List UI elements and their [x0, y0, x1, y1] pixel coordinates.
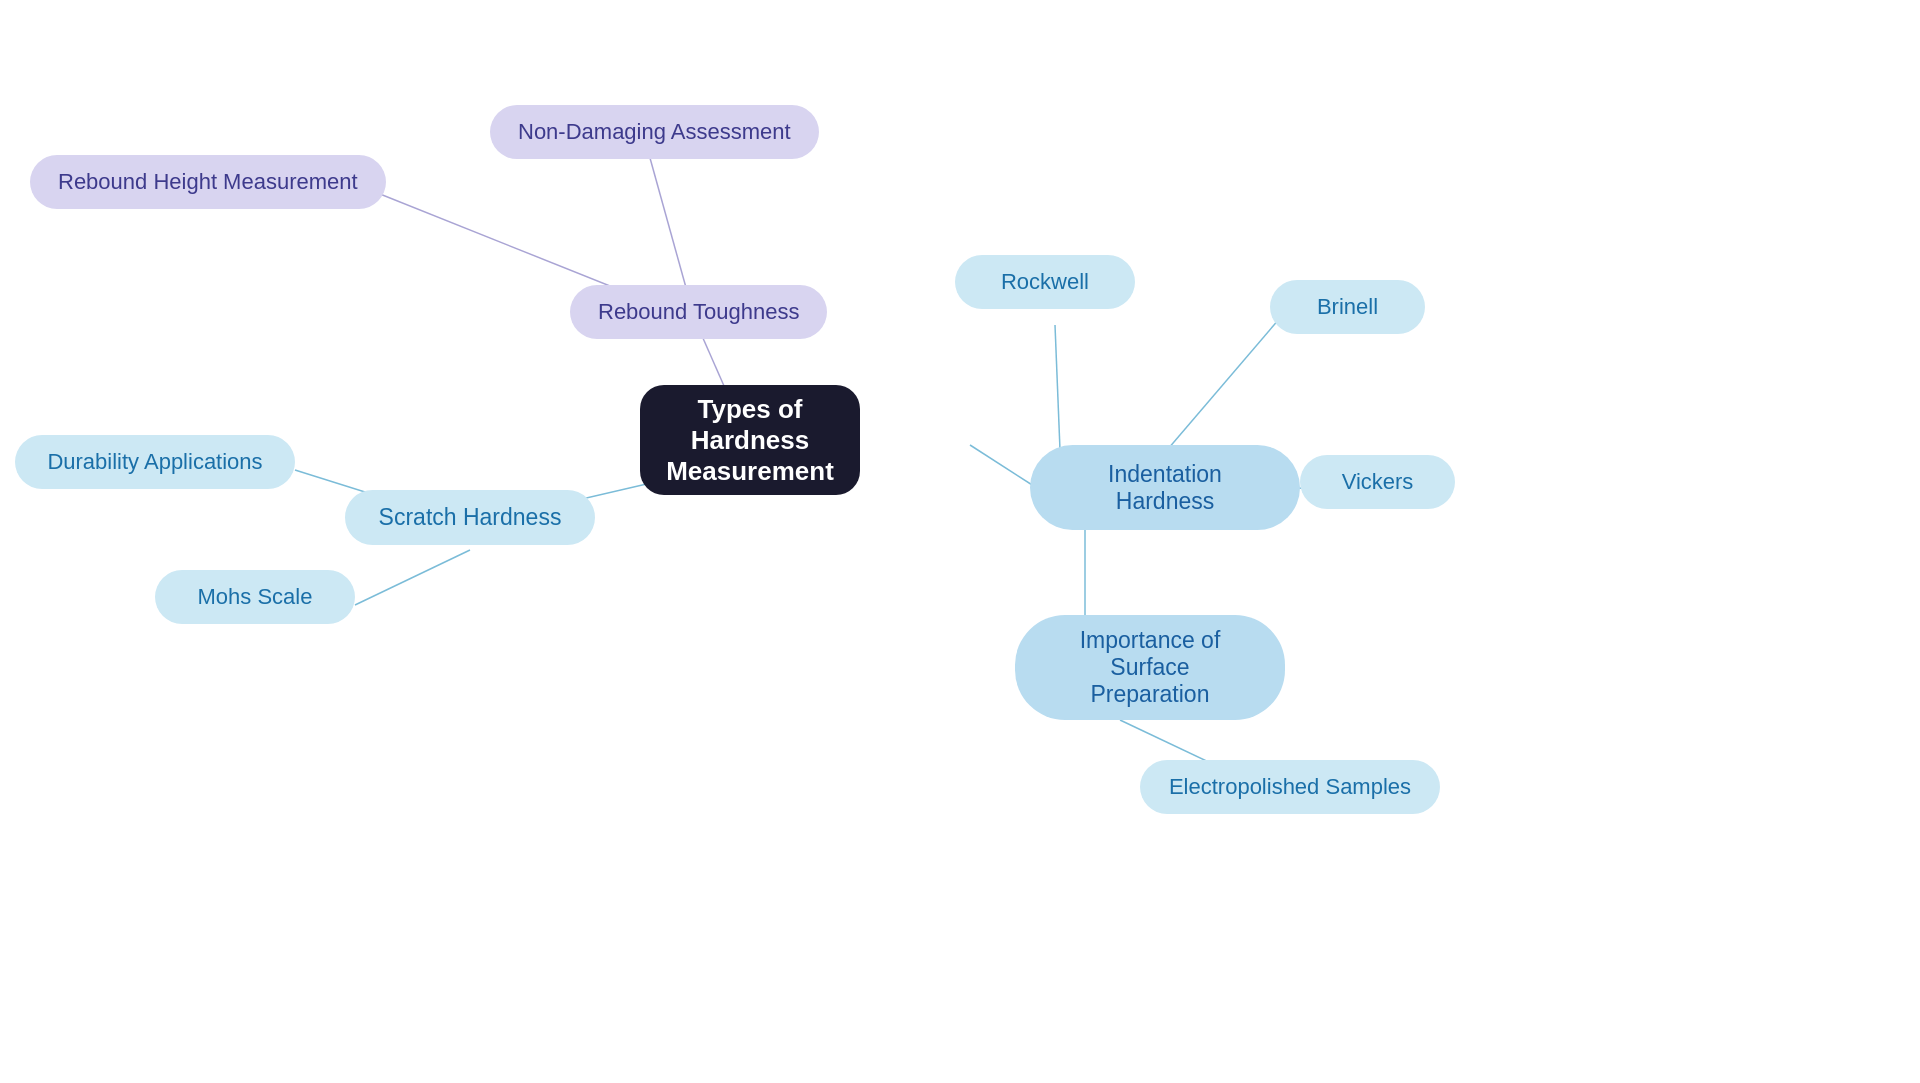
durability-applications-node[interactable]: Durability Applications — [15, 435, 295, 489]
center-node[interactable]: Types of HardnessMeasurement — [640, 385, 860, 495]
brinell-node[interactable]: Brinell — [1270, 280, 1425, 334]
rebound-height-measurement-node[interactable]: Rebound Height Measurement — [30, 155, 386, 209]
rebound-toughness-node[interactable]: Rebound Toughness — [570, 285, 827, 339]
indentation-hardness-node[interactable]: Indentation Hardness — [1030, 445, 1300, 530]
scratch-hardness-node[interactable]: Scratch Hardness — [345, 490, 595, 545]
vickers-node[interactable]: Vickers — [1300, 455, 1455, 509]
electropolished-samples-node[interactable]: Electropolished Samples — [1140, 760, 1440, 814]
mohs-scale-node[interactable]: Mohs Scale — [155, 570, 355, 624]
surface-preparation-node[interactable]: Importance of SurfacePreparation — [1015, 615, 1285, 720]
rockwell-node[interactable]: Rockwell — [955, 255, 1135, 309]
svg-line-5 — [355, 550, 470, 605]
svg-line-11 — [1120, 720, 1215, 765]
svg-line-7 — [1055, 325, 1060, 450]
non-damaging-assessment-node[interactable]: Non-Damaging Assessment — [490, 105, 819, 159]
